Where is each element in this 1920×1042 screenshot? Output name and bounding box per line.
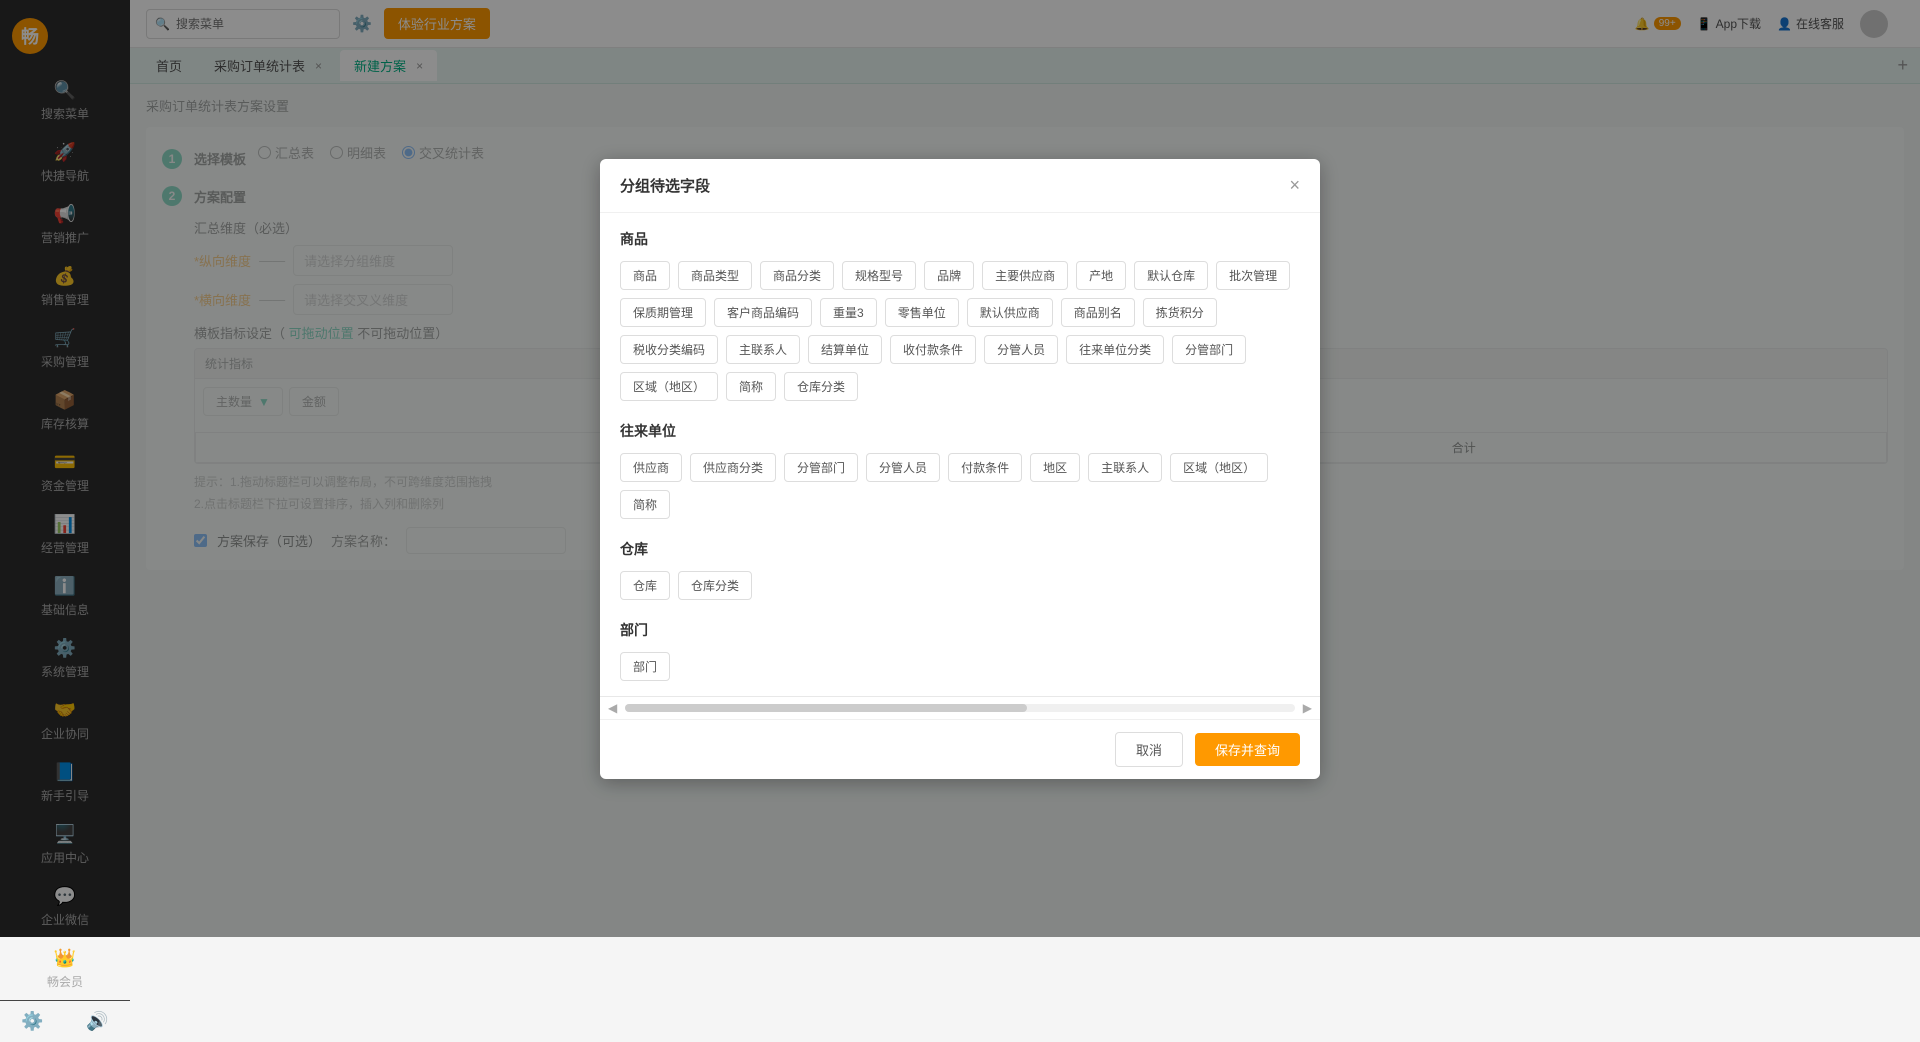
- field-select-modal: 分组待选字段 × 商品 商品 商品类型 商品分类 规格型号: [600, 159, 1320, 779]
- tag-main-supplier[interactable]: 主要供应商: [982, 261, 1068, 290]
- tag-tax-code[interactable]: 税收分类编码: [620, 335, 718, 364]
- sidebar-item-label: 畅会员: [47, 973, 83, 990]
- modal-overlay: 分组待选字段 × 商品 商品 商品类型 商品分类 规格型号: [130, 84, 1920, 937]
- tag-default-supplier[interactable]: 默认供应商: [967, 298, 1053, 327]
- save-query-button[interactable]: 保存并查询: [1195, 733, 1300, 766]
- tag-spec-model[interactable]: 规格型号: [842, 261, 916, 290]
- modal-title: 分组待选字段: [620, 175, 710, 196]
- tag-main-contact-partner[interactable]: 主联系人: [1088, 453, 1162, 482]
- tag-weight3[interactable]: 重量3: [820, 298, 877, 327]
- tag-batch-mgmt[interactable]: 批次管理: [1216, 261, 1290, 290]
- tag-short-name-goods[interactable]: 简称: [726, 372, 776, 401]
- tag-settlement-unit[interactable]: 结算单位: [808, 335, 882, 364]
- section-goods-title: 商品: [620, 229, 1300, 249]
- hscroll-thumb: [625, 704, 1027, 712]
- sidebar-item-member[interactable]: 👑 畅会员: [0, 938, 130, 1000]
- hscroll-left-arrow[interactable]: ◀: [608, 701, 617, 715]
- tag-origin[interactable]: 产地: [1076, 261, 1126, 290]
- main-area: 🔍 ⚙️ 体验行业方案 🔔 99+ 📱 App下载 👤 在线客服: [130, 0, 1920, 937]
- department-tags-grid: 部门: [620, 652, 1300, 681]
- audio-bottom-icon[interactable]: 🔊: [86, 1011, 108, 1032]
- tag-warehouse-category[interactable]: 仓库分类: [678, 571, 752, 600]
- section-warehouse: 仓库 仓库 仓库分类: [620, 539, 1300, 600]
- settings-bottom-icon[interactable]: ⚙️: [21, 1011, 43, 1032]
- sidebar-bottom: ⚙️ 🔊: [0, 1000, 130, 1042]
- horizontal-scrollbar[interactable]: [625, 704, 1295, 712]
- tag-main-contact[interactable]: 主联系人: [726, 335, 800, 364]
- tag-partner-dept[interactable]: 分管部门: [784, 453, 858, 482]
- crown-icon: 👑: [54, 948, 76, 969]
- hscroll-right-arrow[interactable]: ▶: [1303, 701, 1312, 715]
- tag-short-name-partner[interactable]: 简称: [620, 490, 670, 519]
- section-partner: 往来单位 供应商 供应商分类 分管部门 分管人员 付款条件 地区 主联系人 区域…: [620, 421, 1300, 519]
- tag-region-goods[interactable]: 区域（地区）: [620, 372, 718, 401]
- tag-payment-terms[interactable]: 收付款条件: [890, 335, 976, 364]
- tag-goods-category[interactable]: 商品分类: [760, 261, 834, 290]
- section-partner-title: 往来单位: [620, 421, 1300, 441]
- tag-goods[interactable]: 商品: [620, 261, 670, 290]
- partner-tags-grid: 供应商 供应商分类 分管部门 分管人员 付款条件 地区 主联系人 区域（地区） …: [620, 453, 1300, 519]
- tag-department[interactable]: 部门: [620, 652, 670, 681]
- content-area: 采购订单统计表方案设置 1 选择模板 汇总表 明细表: [130, 84, 1920, 937]
- tag-manager-staff[interactable]: 分管人员: [984, 335, 1058, 364]
- tag-goods-type[interactable]: 商品类型: [678, 261, 752, 290]
- section-department: 部门 部门: [620, 620, 1300, 681]
- modal-bottom-bar: ◀ ▶: [600, 696, 1320, 719]
- tag-retail-unit[interactable]: 零售单位: [885, 298, 959, 327]
- tag-pick-points[interactable]: 拣货积分: [1143, 298, 1217, 327]
- modal-footer: 取消 保存并查询: [600, 719, 1320, 779]
- tag-warehouse[interactable]: 仓库: [620, 571, 670, 600]
- tag-partner-staff[interactable]: 分管人员: [866, 453, 940, 482]
- modal-header: 分组待选字段 ×: [600, 159, 1320, 213]
- modal-close-btn[interactable]: ×: [1289, 176, 1300, 194]
- warehouse-tags-grid: 仓库 仓库分类: [620, 571, 1300, 600]
- tag-partner-category[interactable]: 往来单位分类: [1066, 335, 1164, 364]
- tag-default-warehouse[interactable]: 默认仓库: [1134, 261, 1208, 290]
- tag-warehouse-category-goods[interactable]: 仓库分类: [784, 372, 858, 401]
- section-warehouse-title: 仓库: [620, 539, 1300, 559]
- tag-goods-alias[interactable]: 商品别名: [1061, 298, 1135, 327]
- goods-tags-grid: 商品 商品类型 商品分类 规格型号 品牌 主要供应商 产地 默认仓库 批次管理 …: [620, 261, 1300, 401]
- tag-brand[interactable]: 品牌: [924, 261, 974, 290]
- section-goods: 商品 商品 商品类型 商品分类 规格型号 品牌 主要供应商 产地 默认仓库 批次…: [620, 229, 1300, 401]
- section-department-title: 部门: [620, 620, 1300, 640]
- tag-supplier[interactable]: 供应商: [620, 453, 682, 482]
- tag-supplier-category[interactable]: 供应商分类: [690, 453, 776, 482]
- tag-manager-dept[interactable]: 分管部门: [1172, 335, 1246, 364]
- tag-region-area-partner[interactable]: 区域（地区）: [1170, 453, 1268, 482]
- tag-expiry-mgmt[interactable]: 保质期管理: [620, 298, 706, 327]
- tag-customer-code[interactable]: 客户商品编码: [714, 298, 812, 327]
- modal-body: 商品 商品 商品类型 商品分类 规格型号 品牌 主要供应商 产地 默认仓库 批次…: [600, 213, 1320, 696]
- tag-pay-terms[interactable]: 付款条件: [948, 453, 1022, 482]
- cancel-button[interactable]: 取消: [1115, 732, 1183, 767]
- tag-region-partner[interactable]: 地区: [1030, 453, 1080, 482]
